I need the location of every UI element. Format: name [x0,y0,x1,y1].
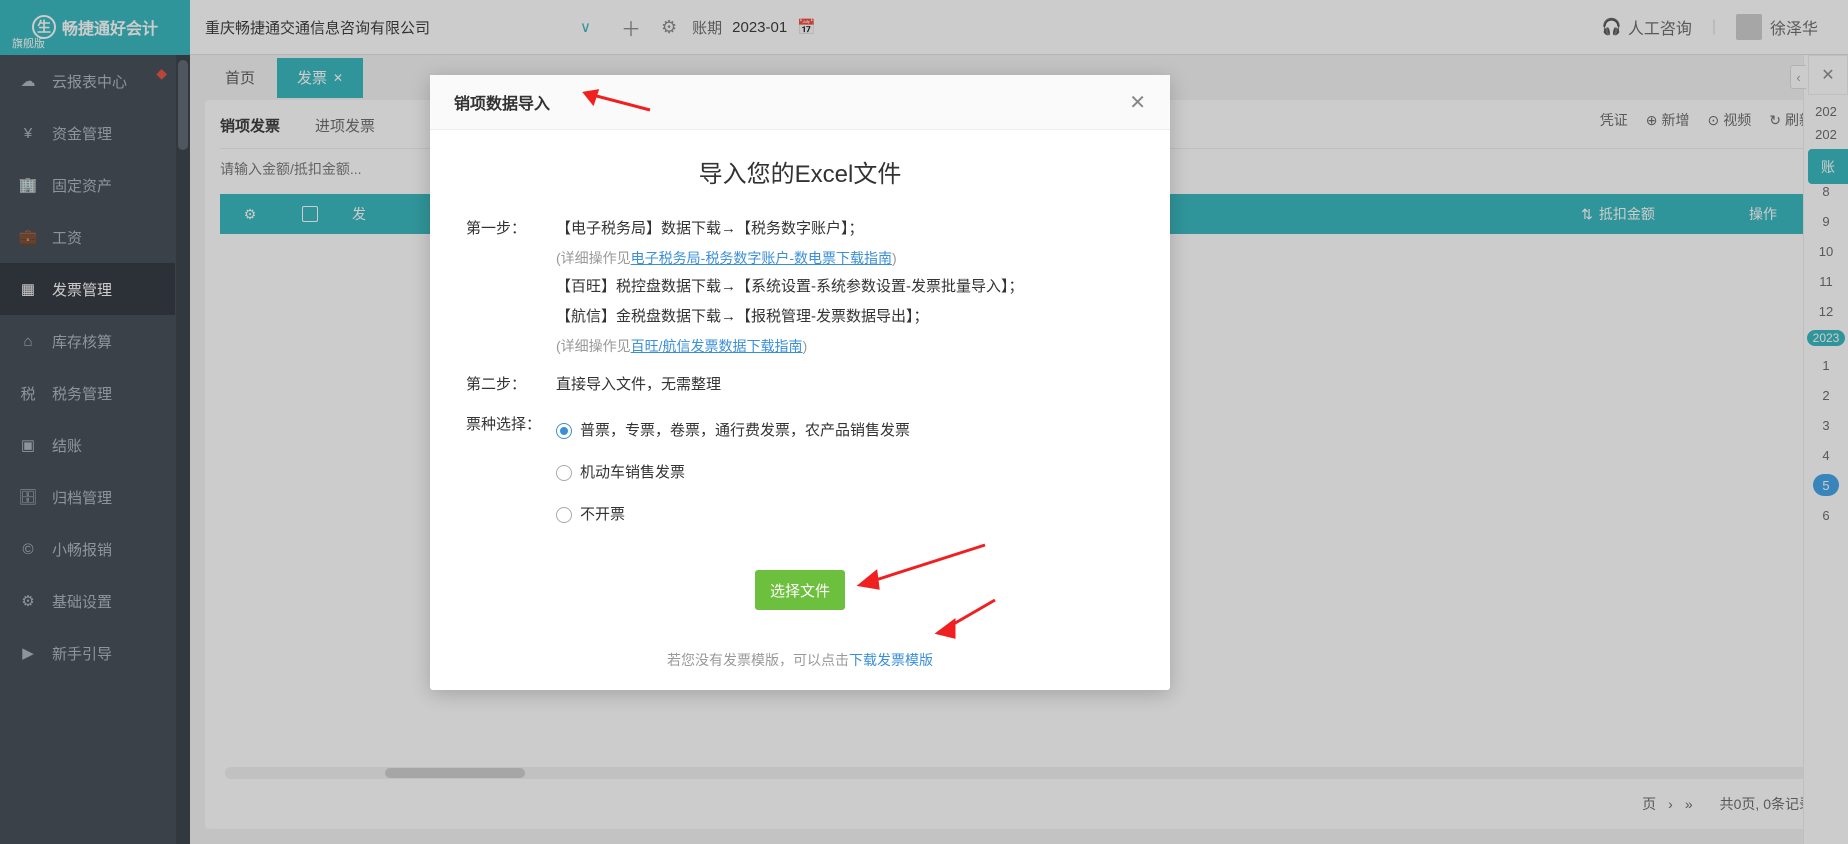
radio-label: 普票，专票，卷票，通行费发票，农产品销售发票 [580,416,910,446]
modal-subtitle: 导入您的Excel文件 [466,154,1134,189]
radio-icon [556,507,572,523]
modal-title: 销项数据导入 [454,90,550,114]
radio-icon [556,465,572,481]
hint-prefix: (详细操作见 [556,338,631,354]
step-body: 【电子税务局】数据下载→【税务数字账户】； (详细操作见电子税务局-税务数字账户… [556,214,1134,360]
modal-header: 销项数据导入 ✕ [430,75,1170,130]
footer-text: 若您没有发票模版，可以点击 [667,652,849,668]
step-2: 第二步： 直接导入文件，无需整理 [466,370,1134,400]
hint-suffix: ) [803,338,808,354]
step-body: 直接导入文件，无需整理 [556,370,1134,400]
step-1: 第一步： 【电子税务局】数据下载→【税务数字账户】； (详细操作见电子税务局-税… [466,214,1134,360]
hint-suffix: ) [892,250,897,266]
import-modal: 销项数据导入 ✕ 导入您的Excel文件 第一步： 【电子税务局】数据下载→【税… [430,75,1170,690]
radio-label: 不开票 [580,500,625,530]
step1-hint2: (详细操作见百旺/航信发票数据下载指南) [556,332,1134,360]
type-select: 票种选择： 普票，专票，卷票，通行费发票，农产品销售发票 机动车销售发票 不开票 [466,410,1134,530]
step-label: 第一步： [466,214,556,360]
etax-guide-link[interactable]: 电子税务局-税务数字账户-数电票下载指南 [631,250,892,266]
step-label: 第二步： [466,370,556,400]
radio-icon [556,423,572,439]
step1-line1: 【电子税务局】数据下载→【税务数字账户】； [556,214,1134,244]
hint-prefix: (详细操作见 [556,250,631,266]
radio-option-none[interactable]: 不开票 [556,500,1134,530]
download-template-link[interactable]: 下载发票模版 [849,652,933,668]
step-body: 普票，专票，卷票，通行费发票，农产品销售发票 机动车销售发票 不开票 [556,410,1134,530]
baiwang-guide-link[interactable]: 百旺/航信发票数据下载指南 [631,338,803,354]
step-label: 票种选择： [466,410,556,530]
modal-footer: 若您没有发票模版，可以点击下载发票模版 [430,650,1170,690]
step1-line3: 【航信】金税盘数据下载→【报税管理-发票数据导出】； [556,302,1134,332]
upload-button[interactable]: 选择文件 [755,570,845,610]
close-icon[interactable]: ✕ [1129,90,1146,115]
step1-line2: 【百旺】税控盘数据下载→【系统设置-系统参数设置-发票批量导入】； [556,272,1134,302]
radio-label: 机动车销售发票 [580,458,685,488]
radio-option-general[interactable]: 普票，专票，卷票，通行费发票，农产品销售发票 [556,416,1134,446]
radio-option-vehicle[interactable]: 机动车销售发票 [556,458,1134,488]
step1-hint1: (详细操作见电子税务局-税务数字账户-数电票下载指南) [556,244,1134,272]
modal-body: 导入您的Excel文件 第一步： 【电子税务局】数据下载→【税务数字账户】； (… [430,130,1170,650]
